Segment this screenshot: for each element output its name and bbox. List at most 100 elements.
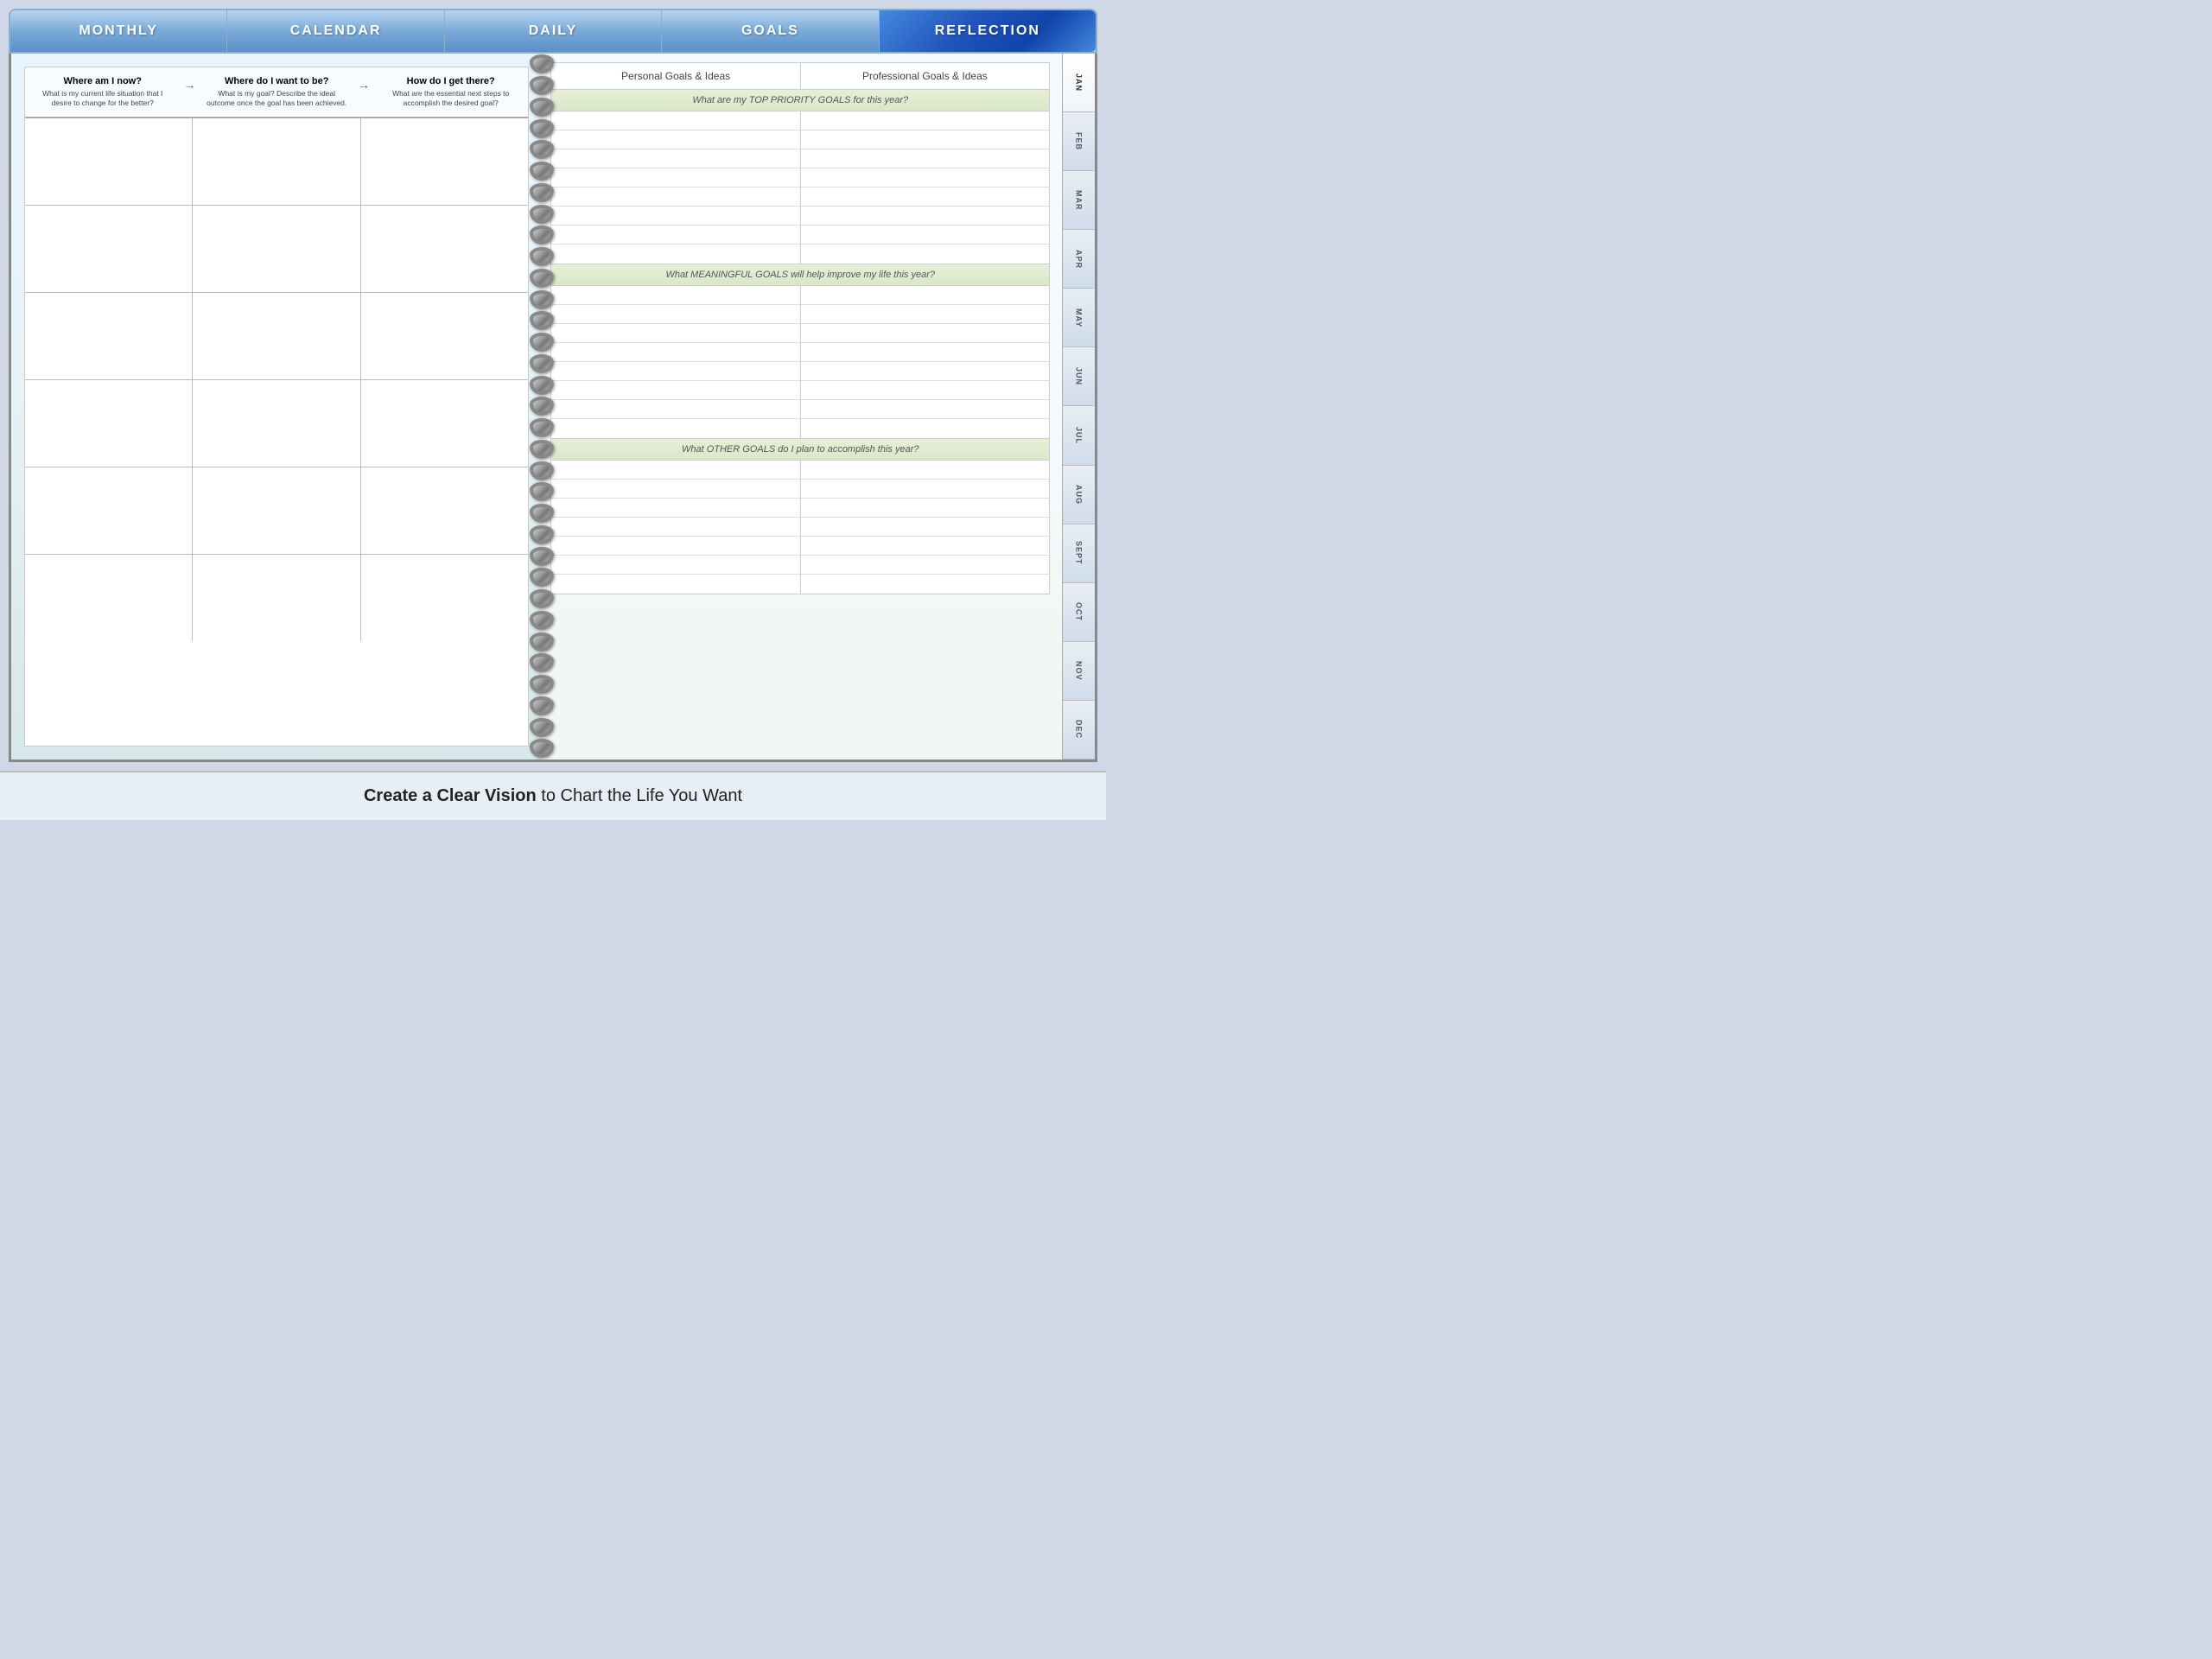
grid-cell[interactable] xyxy=(25,206,193,292)
spiral-ring xyxy=(530,354,554,373)
nav-goals[interactable]: GOALS xyxy=(662,10,879,52)
goals-line[interactable] xyxy=(801,419,1049,438)
spiral-ring xyxy=(530,162,554,181)
month-tab-mar[interactable]: MAR xyxy=(1062,171,1095,230)
spiral-ring xyxy=(530,568,554,587)
goals-line[interactable] xyxy=(551,480,799,499)
month-tab-nov[interactable]: NOV xyxy=(1062,642,1095,701)
goals-line[interactable] xyxy=(801,499,1049,518)
goals-line[interactable] xyxy=(801,207,1049,226)
professional-col-3 xyxy=(801,461,1049,594)
goals-line[interactable] xyxy=(801,381,1049,400)
goals-line[interactable] xyxy=(551,286,799,305)
goals-line[interactable] xyxy=(801,305,1049,324)
goals-line[interactable] xyxy=(801,188,1049,207)
header-col-3-subtitle: What are the essential next steps to acc… xyxy=(392,89,509,107)
left-page-grid xyxy=(25,118,528,641)
header-col-1-subtitle: What is my current life situation that I… xyxy=(42,89,162,107)
section-3-text: What OTHER GOALS do I plan to accomplish… xyxy=(682,444,919,454)
goals-line[interactable] xyxy=(801,286,1049,305)
grid-cell[interactable] xyxy=(25,467,193,554)
left-page: Where am I now? What is my current life … xyxy=(11,54,542,760)
goals-line[interactable] xyxy=(801,324,1049,343)
goals-line[interactable] xyxy=(801,226,1049,245)
month-tab-sept[interactable]: SEPT xyxy=(1062,524,1095,583)
month-tab-jan[interactable]: JAN xyxy=(1062,54,1095,112)
nav-calendar[interactable]: CALENDAR xyxy=(227,10,444,52)
grid-cell[interactable] xyxy=(361,118,528,205)
goals-line[interactable] xyxy=(551,362,799,381)
grid-cell[interactable] xyxy=(193,467,360,554)
goals-line[interactable] xyxy=(551,419,799,438)
grid-cell[interactable] xyxy=(361,293,528,379)
goals-line[interactable] xyxy=(551,381,799,400)
spiral-ring xyxy=(530,290,554,309)
goals-line[interactable] xyxy=(801,149,1049,168)
grid-cell[interactable] xyxy=(193,380,360,467)
month-tab-jul[interactable]: JUL xyxy=(1062,406,1095,465)
goals-line[interactable] xyxy=(551,226,799,245)
goals-line[interactable] xyxy=(551,207,799,226)
nav-reflection[interactable]: REFLECTION xyxy=(880,10,1096,52)
goals-line[interactable] xyxy=(551,305,799,324)
header-col-1-title: Where am I now? xyxy=(32,76,173,86)
goals-line[interactable] xyxy=(551,168,799,188)
goals-line[interactable] xyxy=(551,575,799,594)
grid-cell[interactable] xyxy=(193,293,360,379)
goals-line[interactable] xyxy=(801,245,1049,264)
month-tab-feb[interactable]: FEB xyxy=(1062,112,1095,171)
goals-line[interactable] xyxy=(801,537,1049,556)
month-tab-dec[interactable]: DEC xyxy=(1062,701,1095,760)
goals-line[interactable] xyxy=(801,111,1049,130)
main-content: Where am I now? What is my current life … xyxy=(9,54,1097,762)
goals-line[interactable] xyxy=(551,499,799,518)
grid-cell[interactable] xyxy=(361,467,528,554)
goals-line[interactable] xyxy=(551,518,799,537)
spiral-ring xyxy=(530,547,554,566)
month-tab-oct[interactable]: OCT xyxy=(1062,583,1095,642)
spiral-ring xyxy=(530,696,554,715)
goals-line[interactable] xyxy=(551,149,799,168)
goals-line[interactable] xyxy=(551,188,799,207)
goals-line[interactable] xyxy=(551,130,799,149)
grid-cell[interactable] xyxy=(25,555,193,641)
nav-monthly[interactable]: MONTHLY xyxy=(10,10,227,52)
month-tab-aug[interactable]: AUG xyxy=(1062,466,1095,524)
grid-cell[interactable] xyxy=(361,555,528,641)
goals-line[interactable] xyxy=(801,575,1049,594)
spiral-ring xyxy=(530,247,554,266)
goals-line[interactable] xyxy=(801,362,1049,381)
month-tab-jun[interactable]: JUN xyxy=(1062,347,1095,406)
goals-line[interactable] xyxy=(551,324,799,343)
goals-line[interactable] xyxy=(551,556,799,575)
goals-line[interactable] xyxy=(551,245,799,264)
goals-line[interactable] xyxy=(551,400,799,419)
grid-cell[interactable] xyxy=(361,206,528,292)
table-row xyxy=(25,467,528,555)
goals-line[interactable] xyxy=(801,400,1049,419)
grid-cell[interactable] xyxy=(193,118,360,205)
grid-cell[interactable] xyxy=(361,380,528,467)
grid-cell[interactable] xyxy=(25,293,193,379)
month-tab-may[interactable]: MAY xyxy=(1062,289,1095,347)
goals-line[interactable] xyxy=(551,111,799,130)
goals-line[interactable] xyxy=(801,461,1049,480)
grid-cell[interactable] xyxy=(25,380,193,467)
goals-line[interactable] xyxy=(801,556,1049,575)
grid-cell[interactable] xyxy=(25,118,193,205)
goals-line[interactable] xyxy=(551,537,799,556)
goals-line[interactable] xyxy=(801,480,1049,499)
goals-line[interactable] xyxy=(551,461,799,480)
goals-line[interactable] xyxy=(801,343,1049,362)
spiral-ring xyxy=(530,226,554,245)
month-tab-apr[interactable]: APR xyxy=(1062,230,1095,289)
goals-line[interactable] xyxy=(801,168,1049,188)
nav-daily[interactable]: DAILY xyxy=(445,10,662,52)
goals-line[interactable] xyxy=(801,518,1049,537)
goals-line[interactable] xyxy=(551,343,799,362)
grid-cell[interactable] xyxy=(193,555,360,641)
grid-cell[interactable] xyxy=(193,206,360,292)
goals-line[interactable] xyxy=(801,130,1049,149)
section-1-grid xyxy=(550,111,1050,264)
section-3-grid xyxy=(550,461,1050,594)
